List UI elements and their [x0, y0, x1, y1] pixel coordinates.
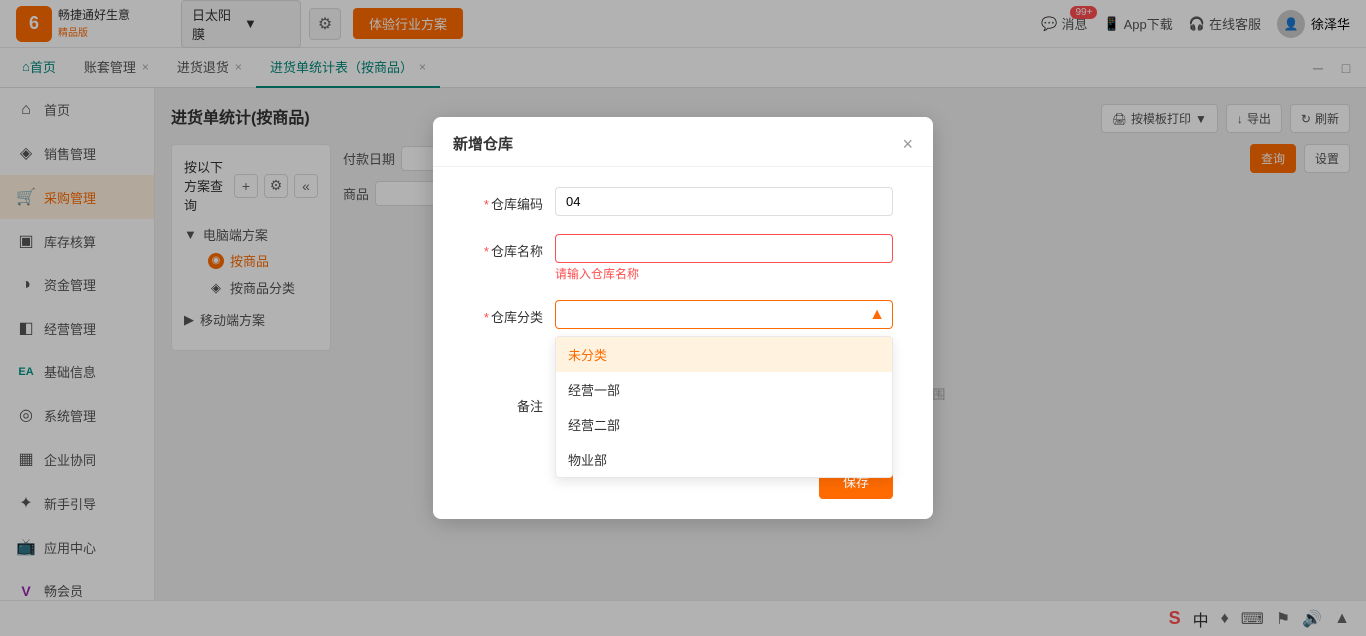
form-row-category: *仓库分类 ▲ 未分类 经营一部 经营二部 物业部	[473, 300, 893, 329]
warehouse-name-input[interactable]	[555, 234, 893, 263]
modal-close-btn[interactable]: ×	[902, 135, 913, 153]
modal-overlay[interactable]: 新增仓库 × *仓库编码 *仓库名称 请输入仓库名称	[0, 0, 1366, 636]
category-dropdown-list: 未分类 经营一部 经营二部 物业部	[555, 336, 893, 478]
category-input[interactable]	[555, 300, 893, 329]
modal-title: 新增仓库	[453, 133, 513, 154]
name-error-msg: 请输入仓库名称	[555, 265, 893, 282]
modal-body: *仓库编码 *仓库名称 请输入仓库名称 *仓库分类	[433, 167, 933, 456]
code-label: *仓库编码	[473, 187, 543, 213]
dropdown-toggle-icon[interactable]: ▲	[869, 306, 885, 324]
dropdown-option-none[interactable]: 未分类	[556, 337, 892, 372]
category-dropdown-wrapper: ▲ 未分类 经营一部 经营二部 物业部	[555, 300, 893, 329]
form-row-code: *仓库编码	[473, 187, 893, 216]
modal-new-warehouse: 新增仓库 × *仓库编码 *仓库名称 请输入仓库名称	[433, 117, 933, 519]
dropdown-option-property[interactable]: 物业部	[556, 442, 892, 477]
modal-header: 新增仓库 ×	[433, 117, 933, 167]
warehouse-code-input[interactable]	[555, 187, 893, 216]
notes-label: 备注	[473, 389, 543, 415]
form-row-name: *仓库名称 请输入仓库名称	[473, 234, 893, 282]
name-label: *仓库名称	[473, 234, 543, 260]
dropdown-option-dept1[interactable]: 经营一部	[556, 372, 892, 407]
dropdown-option-dept2[interactable]: 经营二部	[556, 407, 892, 442]
category-label: *仓库分类	[473, 300, 543, 326]
